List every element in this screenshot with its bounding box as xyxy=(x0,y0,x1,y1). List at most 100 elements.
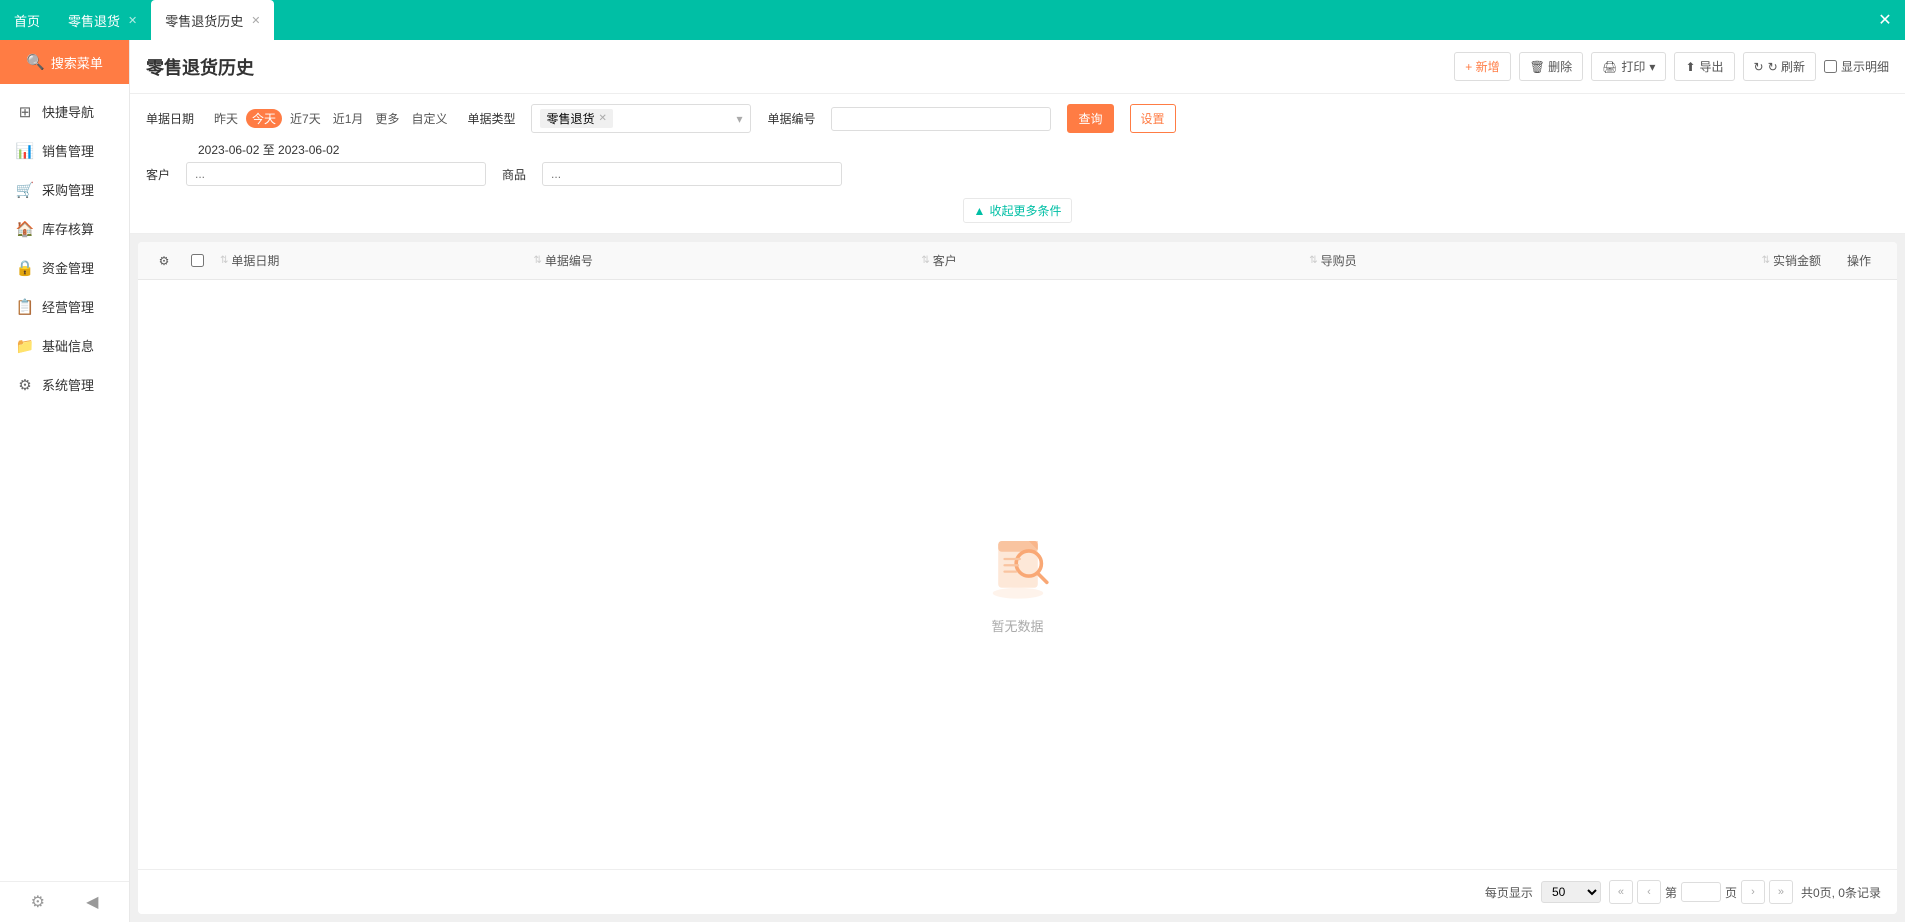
tab-retail-return-close[interactable]: ✕ xyxy=(128,14,137,27)
sort-amount-icon: ⇅ xyxy=(1762,255,1770,266)
voucher-type-tag: 零售退货 ✕ xyxy=(540,109,612,128)
voucher-number-label: 单据编号 xyxy=(767,110,815,127)
basic-info-icon: 📁 xyxy=(16,337,34,355)
setting-button[interactable]: 设置 xyxy=(1130,104,1176,133)
delete-button[interactable]: 🗑 删除 xyxy=(1519,52,1584,81)
select-all-checkbox[interactable] xyxy=(191,254,204,267)
sort-customer-icon: ⇅ xyxy=(921,255,929,266)
show-detail-input[interactable] xyxy=(1824,60,1837,73)
tab-list: 首页 零售退货 ✕ 零售退货历史 ✕ xyxy=(0,0,1865,40)
page-unit: 页 xyxy=(1725,884,1737,901)
page-number-input[interactable]: 1 xyxy=(1681,882,1721,902)
page-size-select[interactable]: 20 50 100 xyxy=(1541,881,1601,903)
settings-bottom-icon[interactable]: ⚙ xyxy=(31,892,45,912)
tab-home[interactable]: 首页 xyxy=(0,0,54,40)
export-label: 导出 xyxy=(1700,58,1724,75)
th-number-label: 单据编号 xyxy=(545,252,593,269)
refresh-label: ↻ 刷新 xyxy=(1768,58,1805,75)
tab-retail-return-label: 零售退货 xyxy=(68,11,120,30)
show-detail-checkbox[interactable]: 显示明细 xyxy=(1824,58,1889,75)
filter-area: 单据日期 昨天 今天 近7天 近1月 更多 自定义 单据类型 零售退货 ✕ xyxy=(130,94,1905,234)
export-icon: ⬆ xyxy=(1685,60,1695,74)
th-guide-label: 导购员 xyxy=(1321,252,1357,269)
content-area: 零售退货历史 + 新增 🗑 删除 🖨 打印 ▾ ⬆ 导出 ↻ ↻ 刷新 xyxy=(130,40,1905,922)
sidebar-search-label: 搜索菜单 xyxy=(51,53,103,72)
operations-icon: 📋 xyxy=(16,298,34,316)
th-guide[interactable]: ⇅ 导购员 xyxy=(1301,242,1565,279)
date-btn-today[interactable]: 今天 xyxy=(246,109,282,128)
page-title: 零售退货历史 xyxy=(146,54,254,92)
date-range-display: 2023-06-02 至 2023-06-02 xyxy=(198,141,1889,158)
show-detail-label: 显示明细 xyxy=(1841,58,1889,75)
sidebar-search[interactable]: 🔍 搜索菜单 xyxy=(0,40,129,84)
goods-input[interactable] xyxy=(542,162,842,186)
sidebar-item-basic-info-label: 基础信息 xyxy=(42,336,94,355)
tab-retail-return-history[interactable]: 零售退货历史 ✕ xyxy=(151,0,274,40)
th-settings[interactable]: ⚙ xyxy=(146,244,182,278)
print-icon: 🖨 xyxy=(1602,60,1617,74)
th-customer-label: 客户 xyxy=(933,252,957,269)
voucher-type-select[interactable]: 零售退货 ✕ ▾ xyxy=(531,104,751,133)
date-shortcuts: 昨天 今天 近7天 近1月 更多 自定义 xyxy=(210,109,451,128)
page-header: 零售退货历史 + 新增 🗑 删除 🖨 打印 ▾ ⬆ 导出 ↻ ↻ 刷新 xyxy=(130,40,1905,94)
query-button[interactable]: 查询 xyxy=(1067,104,1113,133)
th-date-label: 单据日期 xyxy=(231,252,279,269)
sidebar-item-sales-mgmt[interactable]: 📊 销售管理 xyxy=(0,131,129,170)
export-button[interactable]: ⬆ 导出 xyxy=(1674,52,1734,81)
tab-retail-return-history-close[interactable]: ✕ xyxy=(251,14,260,27)
sidebar-item-inventory-label: 库存核算 xyxy=(42,219,94,238)
sidebar-item-purchase-mgmt-label: 采购管理 xyxy=(42,180,94,199)
collapse-button[interactable]: ▲ 收起更多条件 xyxy=(963,198,1073,223)
th-customer[interactable]: ⇅ 客户 xyxy=(913,242,1301,279)
purchase-icon: 🛒 xyxy=(16,181,34,199)
inventory-icon: 🏠 xyxy=(16,220,34,238)
page-prev-button[interactable]: ‹ xyxy=(1637,880,1661,904)
voucher-type-tag-close[interactable]: ✕ xyxy=(598,113,606,124)
window-close-button[interactable]: ✕ xyxy=(1865,0,1905,40)
sidebar-item-basic-info[interactable]: 📁 基础信息 xyxy=(0,326,129,365)
refresh-button[interactable]: ↻ ↻ 刷新 xyxy=(1743,52,1816,81)
table-area: ⚙ ⇅ 单据日期 ⇅ 单据编号 ⇅ 客户 ⇅ xyxy=(138,242,1897,914)
customer-input[interactable] xyxy=(186,162,486,186)
tab-retail-return[interactable]: 零售退货 ✕ xyxy=(54,0,151,40)
page-first-button[interactable]: « xyxy=(1609,880,1633,904)
top-bar: 首页 零售退货 ✕ 零售退货历史 ✕ ✕ xyxy=(0,0,1905,40)
date-btn-1month[interactable]: 近1月 xyxy=(329,109,368,128)
date-filter-label: 单据日期 xyxy=(146,110,194,127)
th-amount-label: 实销金额 xyxy=(1773,252,1821,269)
voucher-type-dropdown-icon: ▾ xyxy=(736,112,742,126)
sidebar-item-finance-mgmt[interactable]: 🔒 资金管理 xyxy=(0,248,129,287)
th-checkbox[interactable] xyxy=(182,244,212,277)
page-last-button[interactable]: » xyxy=(1769,880,1793,904)
sidebar-item-quick-nav-label: 快捷导航 xyxy=(42,102,94,121)
date-btn-custom[interactable]: 自定义 xyxy=(407,109,451,128)
collapse-sidebar-icon[interactable]: ◀ xyxy=(86,892,98,912)
new-button[interactable]: + 新增 xyxy=(1454,52,1510,81)
sidebar-item-operations-mgmt[interactable]: 📋 经营管理 xyxy=(0,287,129,326)
home-icon: ⊞ xyxy=(16,103,34,121)
customer-filter-label: 客户 xyxy=(146,166,170,183)
th-date[interactable]: ⇅ 单据日期 xyxy=(212,242,525,279)
date-btn-yesterday[interactable]: 昨天 xyxy=(210,109,242,128)
page-size-label: 每页显示 xyxy=(1485,884,1533,901)
tab-home-label: 首页 xyxy=(14,11,40,30)
date-btn-more[interactable]: 更多 xyxy=(371,109,403,128)
sidebar-item-sales-mgmt-label: 销售管理 xyxy=(42,141,94,160)
th-amount[interactable]: ⇅ 实销金额 xyxy=(1565,242,1829,279)
date-btn-7days[interactable]: 近7天 xyxy=(286,109,325,128)
sidebar-item-quick-nav[interactable]: ⊞ 快捷导航 xyxy=(0,92,129,131)
sidebar-bottom: ⚙ ◀ xyxy=(0,881,129,922)
sidebar-item-system-mgmt[interactable]: ⚙ 系统管理 xyxy=(0,365,129,404)
sidebar: 🔍 搜索菜单 ⊞ 快捷导航 📊 销售管理 🛒 采购管理 🏠 库存核算 🔒 xyxy=(0,40,130,922)
th-number[interactable]: ⇅ 单据编号 xyxy=(525,242,913,279)
sales-icon: 📊 xyxy=(16,142,34,160)
system-icon: ⚙ xyxy=(16,376,34,394)
page-next-button[interactable]: › xyxy=(1741,880,1765,904)
voucher-number-input[interactable] xyxy=(831,107,1051,131)
sidebar-nav: ⊞ 快捷导航 📊 销售管理 🛒 采购管理 🏠 库存核算 🔒 资金管理 📋 xyxy=(0,84,129,881)
sort-date-icon: ⇅ xyxy=(220,255,228,266)
sidebar-item-purchase-mgmt[interactable]: 🛒 采购管理 xyxy=(0,170,129,209)
sidebar-item-operations-mgmt-label: 经营管理 xyxy=(42,297,94,316)
print-button[interactable]: 🖨 打印 ▾ xyxy=(1591,52,1666,81)
sidebar-item-inventory[interactable]: 🏠 库存核算 xyxy=(0,209,129,248)
